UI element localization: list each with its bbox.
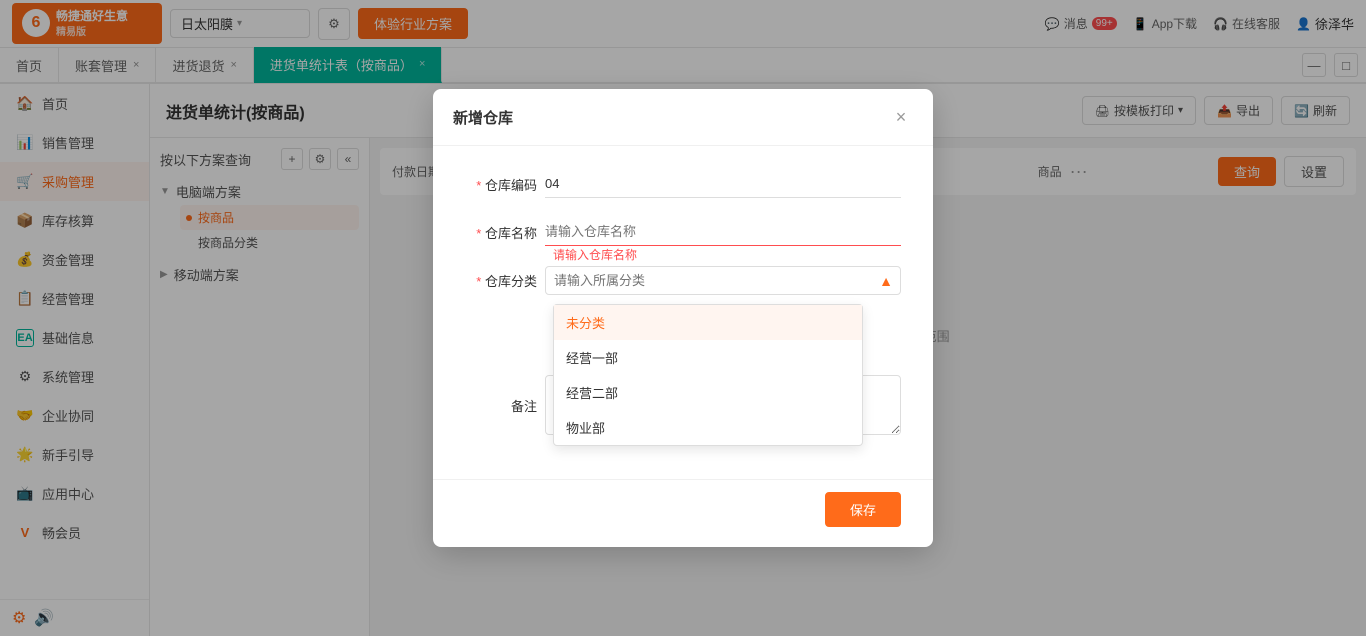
required-star-code: * (476, 178, 481, 193)
warehouse-name-input[interactable] (545, 218, 901, 246)
modal-footer: 保存 (433, 479, 933, 547)
warehouse-category-row: * 仓库分类 ▲ 未分类 经营一部 经营二部 物业部 (465, 266, 901, 295)
modal-title: 新增仓库 (453, 107, 513, 128)
warehouse-name-error: 请输入仓库名称 (553, 246, 637, 263)
dropdown-item-operations1[interactable]: 经营一部 (554, 340, 862, 375)
warehouse-category-wrap: ▲ (545, 266, 901, 295)
warehouse-category-input[interactable] (545, 266, 901, 295)
warehouse-code-row: * 仓库编码 (465, 170, 901, 198)
warehouse-code-label: * 仓库编码 (465, 175, 545, 194)
modal-body: * 仓库编码 * 仓库名称 请输入仓库名称 * (433, 146, 933, 479)
modal-header: 新增仓库 × (433, 89, 933, 146)
new-warehouse-modal: 新增仓库 × * 仓库编码 * 仓库名称 (433, 89, 933, 547)
dropdown-item-property[interactable]: 物业部 (554, 410, 862, 445)
modal-save-button[interactable]: 保存 (825, 492, 901, 527)
warehouse-category-label: * 仓库分类 (465, 271, 545, 290)
dropdown-item-operations2[interactable]: 经营二部 (554, 375, 862, 410)
warehouse-code-label-text: 仓库编码 (485, 178, 537, 193)
required-star-cat: * (476, 274, 481, 289)
warehouse-name-label-text: 仓库名称 (485, 226, 537, 241)
category-dropdown: 未分类 经营一部 经营二部 物业部 (553, 304, 863, 446)
select-up-arrow-icon[interactable]: ▲ (879, 273, 893, 289)
warehouse-name-row: * 仓库名称 请输入仓库名称 (465, 218, 901, 246)
required-star-name: * (476, 226, 481, 241)
warehouse-note-label: 备注 (465, 396, 545, 415)
warehouse-name-label: * 仓库名称 (465, 223, 545, 242)
warehouse-code-input[interactable] (545, 170, 901, 198)
modal-close-button[interactable]: × (889, 105, 913, 129)
warehouse-category-label-text: 仓库分类 (485, 274, 537, 289)
dropdown-item-uncategorized[interactable]: 未分类 (554, 305, 862, 340)
modal-overlay: 新增仓库 × * 仓库编码 * 仓库名称 (0, 0, 1366, 636)
